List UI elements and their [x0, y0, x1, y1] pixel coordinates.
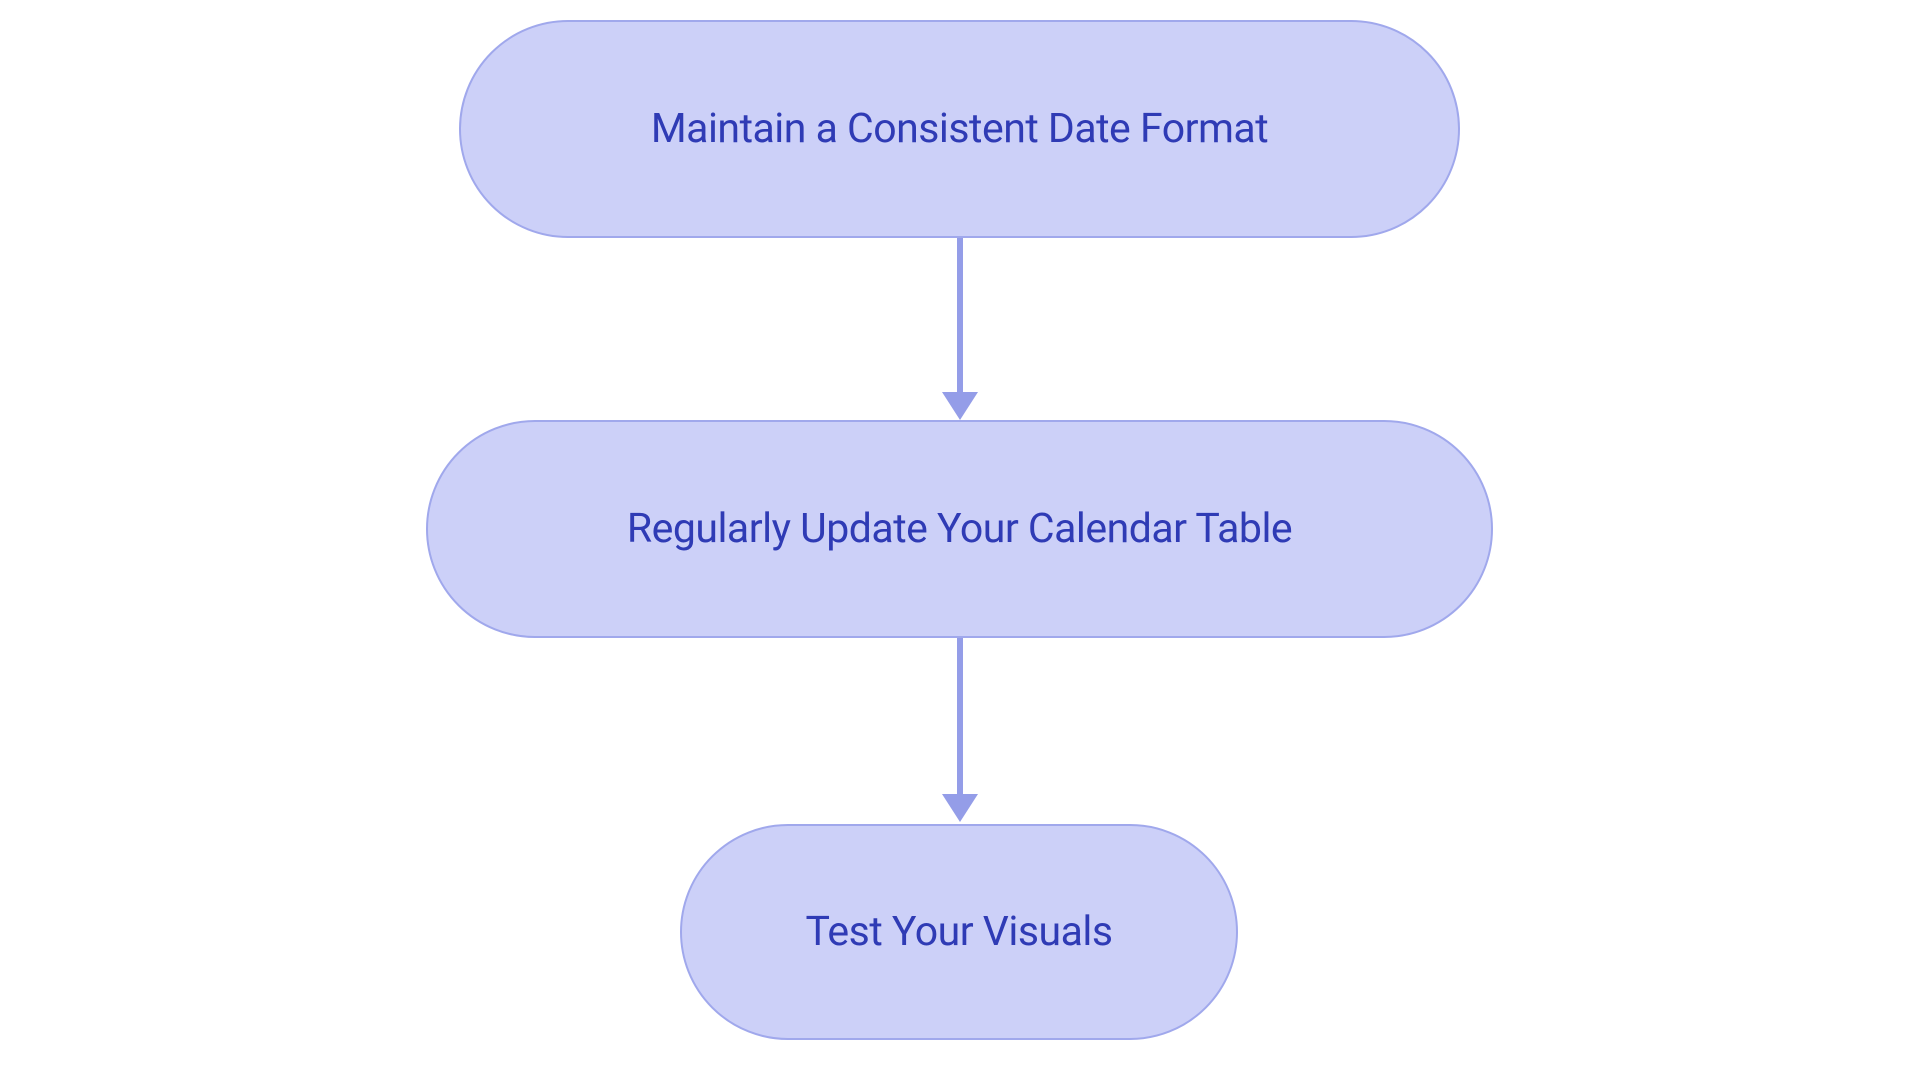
flow-node-2: Regularly Update Your Calendar Table: [426, 420, 1493, 638]
flow-arrow-2-head: [942, 794, 978, 822]
flow-node-1-label: Maintain a Consistent Date Format: [651, 105, 1268, 153]
flow-node-3: Test Your Visuals: [680, 824, 1238, 1040]
diagram-canvas: Maintain a Consistent Date Format Regula…: [0, 0, 1920, 1083]
flow-node-2-label: Regularly Update Your Calendar Table: [627, 505, 1292, 553]
flow-node-3-label: Test Your Visuals: [805, 908, 1112, 956]
flow-arrow-1-line: [957, 238, 963, 394]
flow-node-1: Maintain a Consistent Date Format: [459, 20, 1460, 238]
flow-arrow-2-line: [957, 638, 963, 796]
flow-arrow-1-head: [942, 392, 978, 420]
